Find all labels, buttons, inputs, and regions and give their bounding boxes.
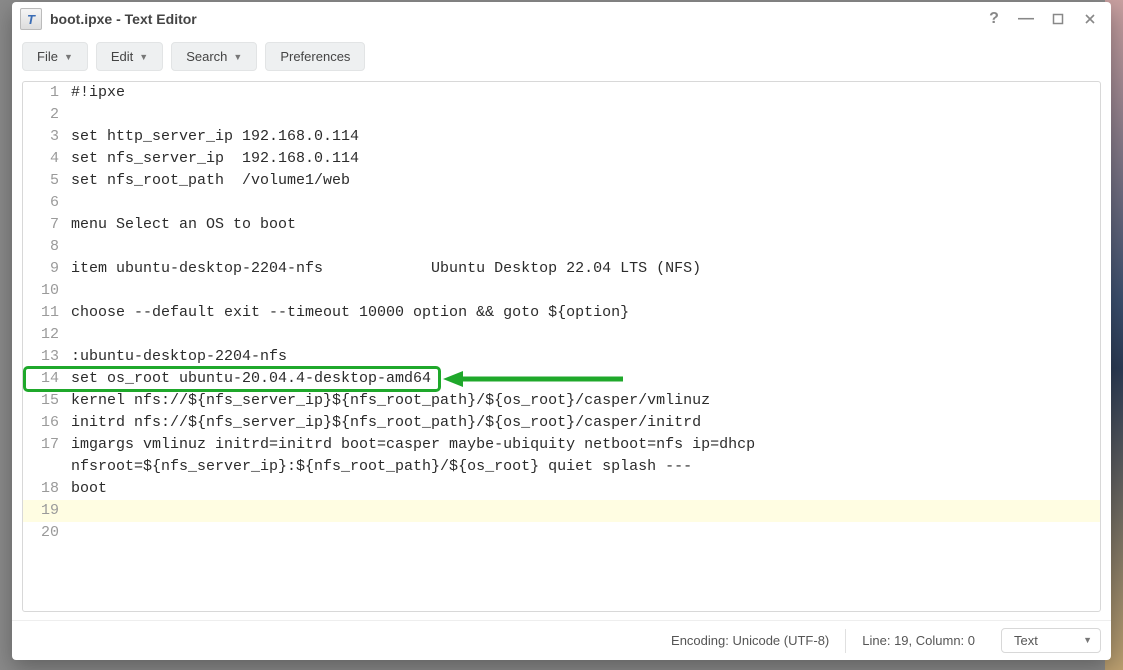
titlebar: T boot.ipxe - Text Editor ? —	[12, 2, 1111, 36]
code-text	[71, 236, 1100, 258]
code-editor[interactable]: 1#!ipxe23set http_server_ip 192.168.0.11…	[23, 82, 1100, 611]
code-text: choose --default exit --timeout 10000 op…	[71, 302, 1100, 324]
code-line[interactable]: 19	[23, 500, 1100, 522]
code-text: set os_root ubuntu-20.04.4-desktop-amd64	[71, 368, 1100, 390]
line-number: 5	[23, 170, 71, 192]
maximize-icon[interactable]	[1045, 6, 1071, 32]
language-select[interactable]: Text ▼	[1001, 628, 1101, 653]
code-line[interactable]: 7menu Select an OS to boot	[23, 214, 1100, 236]
line-number: 2	[23, 104, 71, 126]
line-number: 18	[23, 478, 71, 500]
line-number: 9	[23, 258, 71, 280]
line-number	[23, 456, 71, 478]
file-menu[interactable]: File ▼	[22, 42, 88, 71]
app-icon: T	[20, 8, 42, 30]
chevron-down-icon: ▼	[233, 52, 242, 62]
code-text: kernel nfs://${nfs_server_ip}${nfs_root_…	[71, 390, 1100, 412]
code-line[interactable]: 14set os_root ubuntu-20.04.4-desktop-amd…	[23, 368, 1100, 390]
minimize-icon[interactable]: —	[1013, 6, 1039, 32]
code-text: :ubuntu-desktop-2204-nfs	[71, 346, 1100, 368]
code-text: set nfs_server_ip 192.168.0.114	[71, 148, 1100, 170]
line-number: 6	[23, 192, 71, 214]
language-select-value: Text	[1014, 633, 1038, 648]
line-number: 13	[23, 346, 71, 368]
search-menu-label: Search	[186, 49, 227, 64]
statusbar: Encoding: Unicode (UTF-8) Line: 19, Colu…	[12, 620, 1111, 660]
code-line[interactable]: nfsroot=${nfs_server_ip}:${nfs_root_path…	[23, 456, 1100, 478]
code-text: boot	[71, 478, 1100, 500]
toolbar: File ▼ Edit ▼ Search ▼ Preferences	[12, 36, 1111, 77]
code-line[interactable]: 13:ubuntu-desktop-2204-nfs	[23, 346, 1100, 368]
code-line[interactable]: 15kernel nfs://${nfs_server_ip}${nfs_roo…	[23, 390, 1100, 412]
code-text	[71, 192, 1100, 214]
code-text	[71, 522, 1100, 544]
code-text: initrd nfs://${nfs_server_ip}${nfs_root_…	[71, 412, 1100, 434]
code-line[interactable]: 3set http_server_ip 192.168.0.114	[23, 126, 1100, 148]
line-number: 19	[23, 500, 71, 522]
line-number: 11	[23, 302, 71, 324]
code-text: imgargs vmlinuz initrd=initrd boot=caspe…	[71, 434, 1100, 456]
code-line[interactable]: 17imgargs vmlinuz initrd=initrd boot=cas…	[23, 434, 1100, 456]
search-menu[interactable]: Search ▼	[171, 42, 257, 71]
edit-menu-label: Edit	[111, 49, 133, 64]
line-number: 17	[23, 434, 71, 456]
code-line[interactable]: 5set nfs_root_path /volume1/web	[23, 170, 1100, 192]
preferences-button[interactable]: Preferences	[265, 42, 365, 71]
code-line[interactable]: 12	[23, 324, 1100, 346]
line-number: 3	[23, 126, 71, 148]
code-line[interactable]: 2	[23, 104, 1100, 126]
window-title: boot.ipxe - Text Editor	[50, 11, 197, 27]
code-text	[71, 104, 1100, 126]
line-number: 20	[23, 522, 71, 544]
help-icon[interactable]: ?	[981, 6, 1007, 32]
code-line[interactable]: 18boot	[23, 478, 1100, 500]
file-menu-label: File	[37, 49, 58, 64]
line-number: 16	[23, 412, 71, 434]
editor-frame: 1#!ipxe23set http_server_ip 192.168.0.11…	[22, 81, 1101, 612]
line-number: 4	[23, 148, 71, 170]
code-line[interactable]: 8	[23, 236, 1100, 258]
code-line[interactable]: 6	[23, 192, 1100, 214]
code-line[interactable]: 11choose --default exit --timeout 10000 …	[23, 302, 1100, 324]
code-text: set http_server_ip 192.168.0.114	[71, 126, 1100, 148]
editor-window: T boot.ipxe - Text Editor ? — File ▼ Edi…	[12, 2, 1111, 660]
line-number: 10	[23, 280, 71, 302]
code-line[interactable]: 4set nfs_server_ip 192.168.0.114	[23, 148, 1100, 170]
close-icon[interactable]	[1077, 6, 1103, 32]
code-line[interactable]: 16initrd nfs://${nfs_server_ip}${nfs_roo…	[23, 412, 1100, 434]
code-text	[71, 280, 1100, 302]
line-number: 1	[23, 82, 71, 104]
line-number: 14	[23, 368, 71, 390]
line-number: 12	[23, 324, 71, 346]
chevron-down-icon: ▼	[64, 52, 73, 62]
code-text: nfsroot=${nfs_server_ip}:${nfs_root_path…	[71, 456, 1100, 478]
code-line[interactable]: 10	[23, 280, 1100, 302]
code-line[interactable]: 9item ubuntu-desktop-2204-nfs Ubuntu Des…	[23, 258, 1100, 280]
status-position: Line: 19, Column: 0	[845, 629, 991, 653]
code-text	[71, 324, 1100, 346]
code-line[interactable]: 20	[23, 522, 1100, 544]
status-encoding: Encoding: Unicode (UTF-8)	[655, 629, 845, 653]
chevron-down-icon: ▼	[1083, 635, 1092, 645]
code-text: set nfs_root_path /volume1/web	[71, 170, 1100, 192]
preferences-label: Preferences	[280, 49, 350, 64]
line-number: 15	[23, 390, 71, 412]
code-text	[71, 500, 1100, 522]
line-number: 7	[23, 214, 71, 236]
code-text: menu Select an OS to boot	[71, 214, 1100, 236]
edit-menu[interactable]: Edit ▼	[96, 42, 163, 71]
code-text: #!ipxe	[71, 82, 1100, 104]
code-line[interactable]: 1#!ipxe	[23, 82, 1100, 104]
chevron-down-icon: ▼	[139, 52, 148, 62]
line-number: 8	[23, 236, 71, 258]
code-text: item ubuntu-desktop-2204-nfs Ubuntu Desk…	[71, 258, 1100, 280]
